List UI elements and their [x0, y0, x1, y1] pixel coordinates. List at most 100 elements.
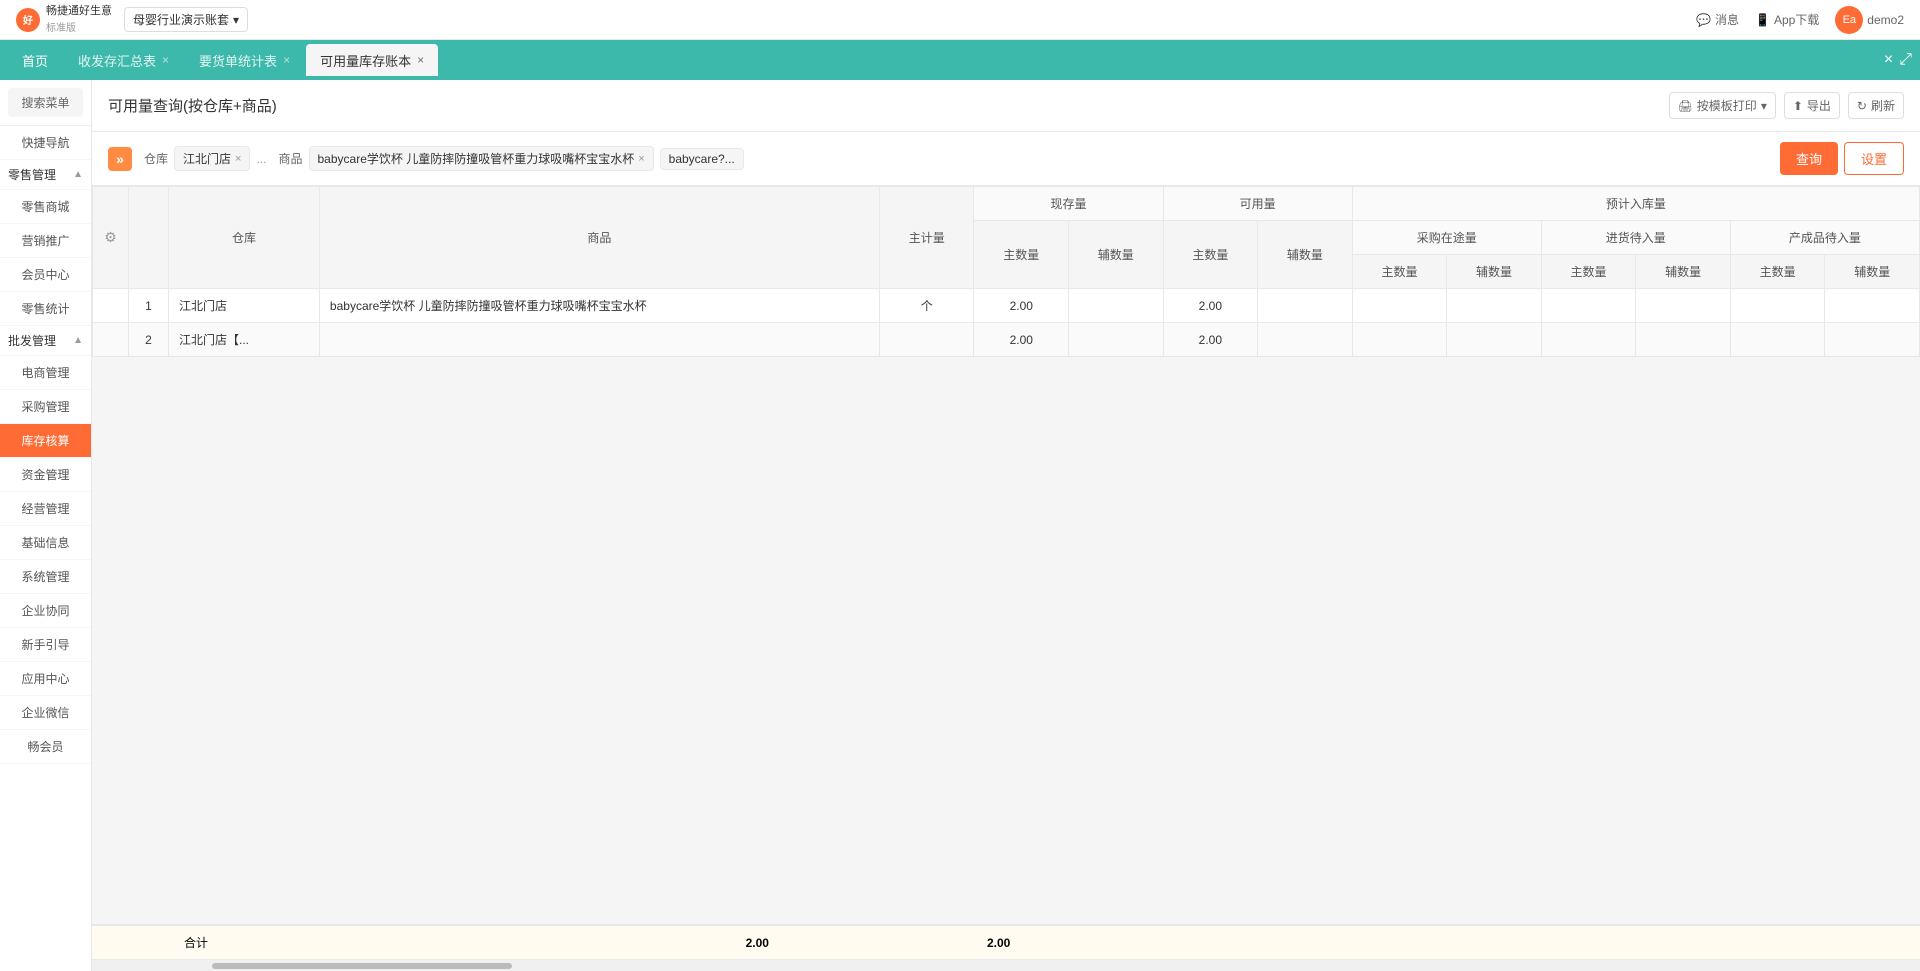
refresh-btn[interactable]: ↻ 刷新 [1848, 92, 1904, 119]
user-name: demo2 [1867, 13, 1904, 27]
tab-order-stats[interactable]: 要货单统计表 × [185, 44, 304, 76]
th-pending-main: 主数量 [1541, 255, 1636, 289]
sidebar-item-vip[interactable]: 畅会员 [0, 730, 91, 764]
cell-stock-aux [1069, 323, 1164, 357]
sidebar-item-label: 经营管理 [21, 500, 69, 517]
filter-expand-btn[interactable]: » [108, 147, 132, 171]
print-template-btn[interactable]: 🖨 按模板打印 ▾ [1669, 92, 1776, 119]
cell-product: babycare学饮杯 儿童防摔防撞吸管杯重力球吸嘴杯宝宝水杯 [319, 289, 879, 323]
sidebar-item-label: 畅会员 [27, 738, 63, 755]
tab-available-stock[interactable]: 可用量库存账本 × [306, 44, 438, 76]
sidebar-item-label: 资金管理 [21, 466, 69, 483]
settings-gear-icon[interactable]: ⚙ [104, 229, 117, 245]
cell-product [319, 323, 879, 357]
page-title: 可用量查询(按仓库+商品) [108, 95, 277, 116]
close-all-tabs-btn[interactable]: × [1884, 51, 1893, 69]
th-product: 商品 [319, 187, 879, 289]
sidebar-item-app-center[interactable]: 应用中心 [0, 662, 91, 696]
th-product-main: 主数量 [1730, 255, 1825, 289]
sidebar-item-marketing[interactable]: 营销推广 [0, 224, 91, 258]
export-btn[interactable]: ⬆ 导出 [1784, 92, 1840, 119]
table-container: ⚙ 仓库 商品 主计量 现存量 可用量 预计入库量 主数量 辅数量 主数量 [92, 186, 1920, 924]
th-warehouse: 仓库 [169, 187, 320, 289]
app-download-btn[interactable]: 📱 App下载 [1755, 11, 1819, 28]
th-purchase-main: 主数量 [1352, 255, 1447, 289]
export-label: 导出 [1807, 97, 1831, 114]
cell-pending-aux [1636, 323, 1731, 357]
expand-btn[interactable]: ⤢ [1899, 51, 1912, 69]
th-row-num [129, 187, 169, 289]
th-stock-aux: 辅数量 [1069, 221, 1164, 289]
sidebar-item-purchase[interactable]: 采购管理 [0, 390, 91, 424]
cell-settings [93, 289, 129, 323]
product-tag2-text: babycare?... [669, 152, 735, 166]
search-menu-btn[interactable]: 搜索菜单 [8, 88, 83, 117]
sidebar-item-label: 快捷导航 [21, 134, 69, 151]
sidebar-item-label: 零售管理 [8, 166, 56, 183]
filter-actions: 查询 设置 [1780, 142, 1904, 175]
footer-table: 合计 2.00 2.00 [108, 934, 1904, 951]
chevron-icon: ▲ [73, 335, 83, 346]
user-area[interactable]: Ea demo2 [1835, 6, 1904, 34]
th-main-unit: 主计量 [879, 187, 974, 289]
remove-warehouse-btn[interactable]: × [235, 153, 241, 165]
top-bar: 好 畅捷通好生意 标准版 母婴行业演示账套 ▾ 💬 消息 📱 App下载 Ea … [0, 0, 1920, 40]
sidebar-item-zero-sales[interactable]: 零售管理 ▲ [0, 160, 91, 190]
sidebar-item-guide[interactable]: 新手引导 [0, 628, 91, 662]
scrollbar-thumb[interactable] [212, 963, 512, 969]
cell-unit: 个 [879, 289, 974, 323]
sidebar-item-label: 系统管理 [21, 568, 69, 585]
sidebar-item-label: 新手引导 [21, 636, 69, 653]
sidebar-item-wholesale[interactable]: 批发管理 ▲ [0, 326, 91, 356]
tab-income-summary[interactable]: 收发存汇总表 × [64, 44, 183, 76]
sidebar-item-label: 库存核算 [21, 432, 69, 449]
close-icon[interactable]: × [283, 53, 290, 67]
sidebar-item-sales-stats[interactable]: 零售统计 [0, 292, 91, 326]
query-btn[interactable]: 查询 [1780, 142, 1838, 175]
sidebar-item-finance[interactable]: 资金管理 [0, 458, 91, 492]
cell-row-num: 2 [129, 323, 169, 357]
tab-home-label: 首页 [22, 51, 48, 70]
sidebar-item-label: 企业协同 [21, 602, 69, 619]
tab-home[interactable]: 首页 [8, 44, 62, 76]
th-stock-group: 现存量 [974, 187, 1163, 221]
sidebar-item-quick-nav[interactable]: 快捷导航 [0, 126, 91, 160]
warehouse-more[interactable]: ... [256, 152, 266, 166]
cell-warehouse: 江北门店【... [169, 323, 320, 357]
sidebar-item-base-info[interactable]: 基础信息 [0, 526, 91, 560]
sidebar-item-ecommerce[interactable]: 电商管理 [0, 356, 91, 390]
cell-stock-aux [1069, 289, 1164, 323]
tab-order-label: 要货单统计表 [199, 51, 277, 70]
logo-text: 畅捷通好生意 [46, 5, 112, 18]
top-bar-right: 💬 消息 📱 App下载 Ea demo2 [1696, 6, 1904, 34]
close-icon[interactable]: × [417, 53, 424, 67]
sidebar-search-area: 搜索菜单 [0, 80, 91, 126]
sidebar-item-inventory[interactable]: 库存核算 [0, 424, 91, 458]
message-btn[interactable]: 💬 消息 [1696, 11, 1739, 28]
settings-btn[interactable]: 设置 [1844, 142, 1904, 175]
sidebar-item-operations[interactable]: 经营管理 [0, 492, 91, 526]
warehouse-label: 仓库 [144, 150, 168, 167]
sidebar-item-wechat[interactable]: 企业微信 [0, 696, 91, 730]
sidebar-item-online-store[interactable]: 零售商城 [0, 190, 91, 224]
store-selector[interactable]: 母婴行业演示账套 ▾ [124, 7, 248, 32]
th-settings[interactable]: ⚙ [93, 187, 129, 289]
top-bar-left: 好 畅捷通好生意 标准版 母婴行业演示账套 ▾ [16, 5, 248, 33]
sidebar-item-label: 企业微信 [21, 704, 69, 721]
cell-pending-aux [1636, 289, 1731, 323]
sidebar-item-system[interactable]: 系统管理 [0, 560, 91, 594]
product-tag1: babycare学饮杯 儿童防摔防撞吸管杯重力球吸嘴杯宝宝水杯 × [309, 146, 654, 171]
sidebar-item-label: 零售统计 [21, 300, 69, 317]
th-product-aux: 辅数量 [1825, 255, 1920, 289]
sidebar-item-label: 营销推广 [21, 232, 69, 249]
warehouse-filter: 仓库 江北门店 × ... [144, 146, 266, 171]
sidebar-item-member[interactable]: 会员中心 [0, 258, 91, 292]
store-name: 母婴行业演示账套 [133, 11, 229, 28]
close-icon[interactable]: × [162, 53, 169, 67]
remove-product1-btn[interactable]: × [638, 153, 644, 165]
print-icon: 🖨 [1678, 99, 1693, 113]
sidebar-item-label: 基础信息 [21, 534, 69, 551]
sidebar-item-enterprise[interactable]: 企业协同 [0, 594, 91, 628]
product-tag1-text: babycare学饮杯 儿童防摔防撞吸管杯重力球吸嘴杯宝宝水杯 [318, 150, 635, 167]
horizontal-scrollbar[interactable] [92, 959, 1920, 971]
